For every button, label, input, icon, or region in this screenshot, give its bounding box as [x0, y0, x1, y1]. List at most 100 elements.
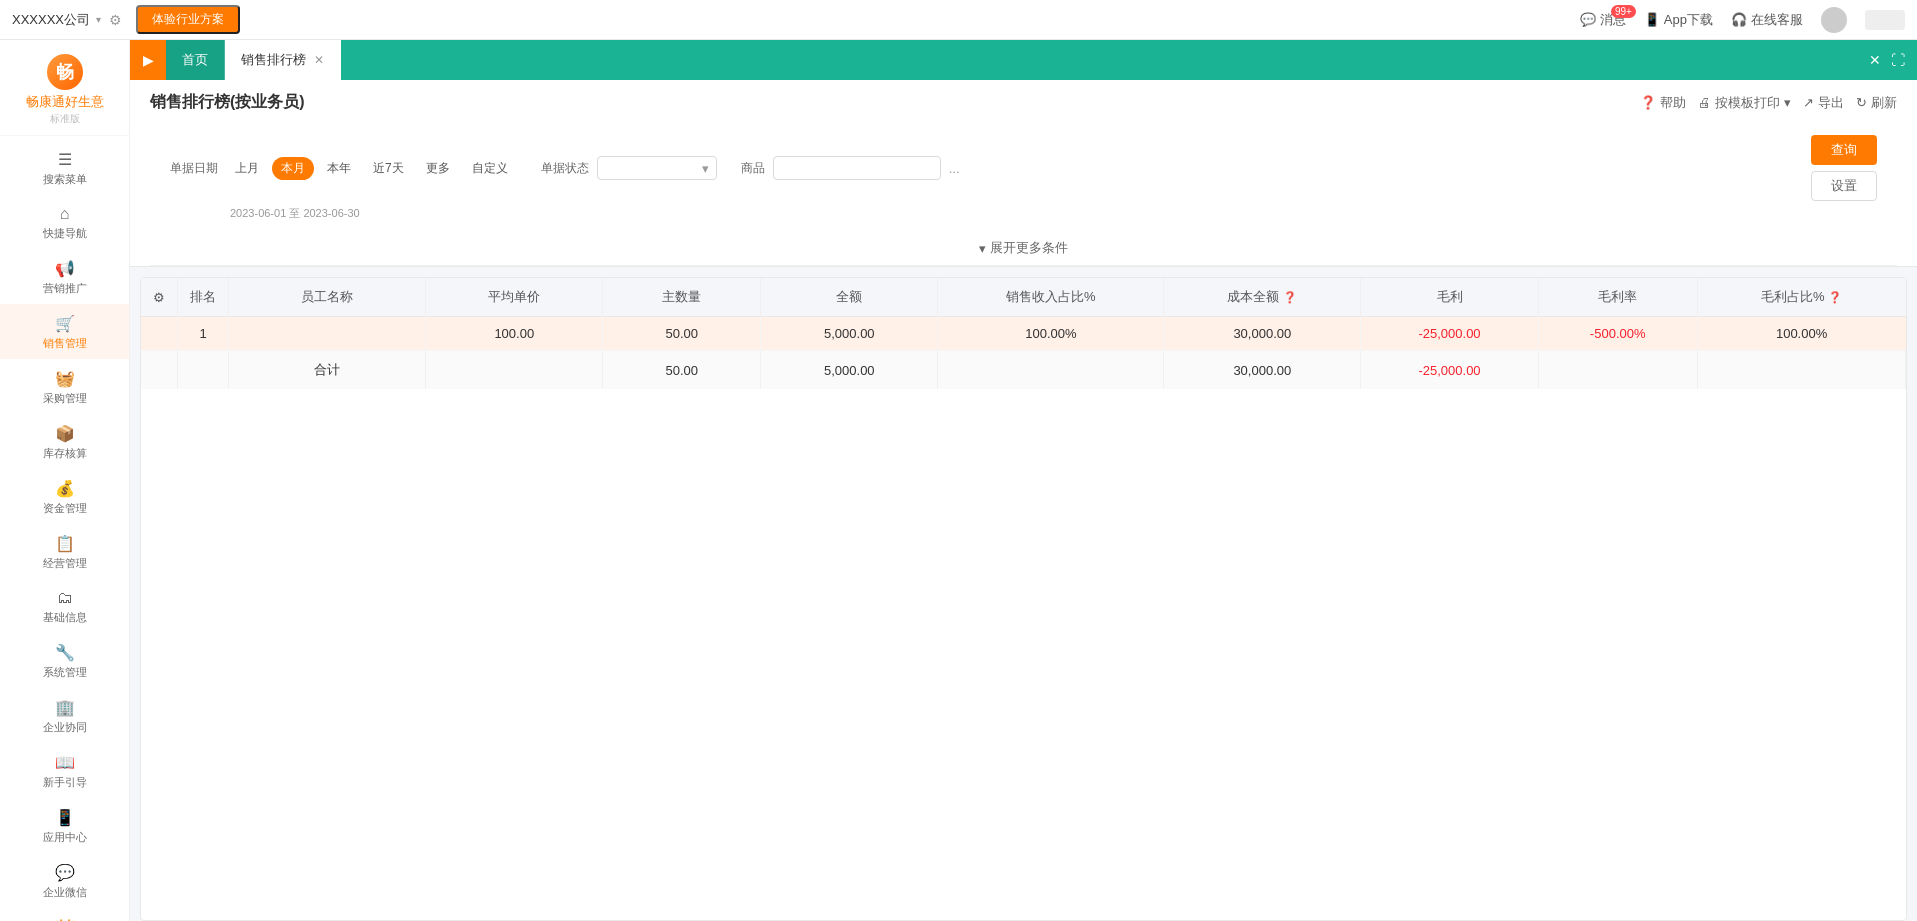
- app-download-btn[interactable]: 📱 App下载: [1644, 11, 1713, 29]
- date-range-display: 2023-06-01 至 2023-06-30: [230, 205, 1877, 221]
- finance-icon: 💰: [55, 479, 75, 498]
- help-btn[interactable]: ❓ 帮助: [1640, 94, 1686, 112]
- footer-gross-pct: [1697, 351, 1905, 390]
- sidebar-item-member[interactable]: 👑 畅会员: [0, 908, 129, 921]
- th-sales-pct: 销售收入占比%: [938, 278, 1164, 317]
- footer-rank-cell: [178, 351, 229, 390]
- td-name: [229, 317, 426, 351]
- footer-sales-pct: [938, 351, 1164, 390]
- system-icon: 🔧: [55, 643, 75, 662]
- logo-icon: 畅: [47, 54, 83, 90]
- message-icon: 💬: [1580, 12, 1596, 27]
- refresh-icon: ↻: [1856, 95, 1867, 110]
- sidebar-item-basicinfo[interactable]: 🗂 基础信息: [0, 579, 129, 633]
- sidebar-label-finance: 资金管理: [43, 501, 87, 516]
- query-btn[interactable]: 查询: [1811, 135, 1877, 165]
- purchase-icon: 🧺: [55, 369, 75, 388]
- date-custom-btn[interactable]: 自定义: [463, 157, 517, 180]
- td-gross-rate: -500.00%: [1538, 317, 1697, 351]
- th-qty: 主数量: [603, 278, 761, 317]
- th-avg-price: 平均单价: [426, 278, 603, 317]
- top-bar: XXXXXX公司 ▾ ⚙ 体验行业方案 💬 消息 99+ 📱 App下载 🎧 在…: [0, 0, 1917, 40]
- online-service-btn[interactable]: 🎧 在线客服: [1731, 11, 1803, 29]
- sidebar-item-wechat[interactable]: 💬 企业微信: [0, 853, 129, 908]
- inventory-icon: 📦: [55, 424, 75, 443]
- expand-conditions-btn[interactable]: ▾ 展开更多条件: [979, 239, 1068, 257]
- sidebar-item-guide[interactable]: 📖 新手引导: [0, 743, 129, 798]
- guide-icon: 📖: [55, 753, 75, 772]
- date-filter-group: 单据日期 上月 本月 本年 近7天 更多 自定义: [170, 157, 517, 180]
- sidebar-item-inventory[interactable]: 📦 库存核算: [0, 414, 129, 469]
- th-settings[interactable]: ⚙: [141, 278, 178, 317]
- print-btn[interactable]: 🖨 按模板打印 ▾: [1698, 94, 1791, 112]
- tab-home[interactable]: 首页: [166, 40, 225, 80]
- sidebar-item-sales[interactable]: 🛒 销售管理: [0, 304, 129, 359]
- th-rank: 排名: [178, 278, 229, 317]
- table-container: ⚙ 排名 员工名称 平均单价 主数量 全额 销售收入占比% 成本全额 ❓ 毛利 …: [140, 277, 1907, 921]
- date-this-year-btn[interactable]: 本年: [318, 157, 360, 180]
- date-prev-month-btn[interactable]: 上月: [226, 157, 268, 180]
- footer-gross-rate: [1538, 351, 1697, 390]
- message-btn[interactable]: 💬 消息 99+: [1580, 11, 1626, 29]
- td-qty: 50.00: [603, 317, 761, 351]
- cost-help-icon[interactable]: ❓: [1283, 291, 1297, 303]
- th-name: 员工名称: [229, 278, 426, 317]
- th-gross: 毛利: [1361, 278, 1538, 317]
- online-service-label: 在线客服: [1751, 11, 1803, 29]
- filter-area: 单据日期 上月 本月 本年 近7天 更多 自定义: [150, 125, 1897, 231]
- settings-icon[interactable]: ⚙: [109, 12, 122, 28]
- status-select-wrapper: [597, 156, 717, 180]
- company-chevron-icon: ▾: [96, 14, 101, 25]
- sidebar-item-quicknav[interactable]: ⌂ 快捷导航: [0, 195, 129, 249]
- sidebar-item-search[interactable]: ☰ 搜索菜单: [0, 140, 129, 195]
- tab-close-icon[interactable]: ✕: [314, 53, 324, 67]
- help-icon: ❓: [1640, 95, 1656, 110]
- sales-icon: 🛒: [55, 314, 75, 333]
- sidebar-label-wechat: 企业微信: [43, 885, 87, 900]
- td-sales-pct: 100.00%: [938, 317, 1164, 351]
- sidebar-item-operations[interactable]: 📋 经营管理: [0, 524, 129, 579]
- td-avg-price: 100.00: [426, 317, 603, 351]
- marketing-icon: 📢: [55, 259, 75, 278]
- export-icon: ↗: [1803, 95, 1814, 110]
- goods-input[interactable]: [773, 156, 941, 180]
- sales-rank-table: ⚙ 排名 员工名称 平均单价 主数量 全额 销售收入占比% 成本全额 ❓ 毛利 …: [141, 278, 1906, 389]
- tab-sales-rank[interactable]: 销售排行榜 ✕: [225, 40, 341, 80]
- status-filter-label: 单据状态: [541, 160, 589, 177]
- sidebar-item-system[interactable]: 🔧 系统管理: [0, 633, 129, 688]
- user-avatar[interactable]: [1821, 7, 1847, 33]
- footer-avg-price: [426, 351, 603, 390]
- sidebar-item-marketing[interactable]: 📢 营销推广: [0, 249, 129, 304]
- footer-cost: 30,000.00: [1164, 351, 1361, 390]
- th-cost: 成本全额 ❓: [1164, 278, 1361, 317]
- gross-pct-help-icon[interactable]: ❓: [1828, 291, 1842, 303]
- sidebar-item-apps[interactable]: 📱 应用中心: [0, 798, 129, 853]
- status-select[interactable]: [597, 156, 717, 180]
- date-more-btn[interactable]: 更多: [417, 157, 459, 180]
- user-name: [1865, 10, 1905, 30]
- tab-close-window-btn[interactable]: ✕: [1869, 52, 1881, 68]
- td-gross: -25,000.00: [1361, 317, 1538, 351]
- tab-scroll-left-btn[interactable]: ▶: [130, 40, 166, 80]
- sidebar-item-purchase[interactable]: 🧺 采购管理: [0, 359, 129, 414]
- date-this-month-btn[interactable]: 本月: [272, 157, 314, 180]
- company-selector[interactable]: XXXXXX公司 ▾: [12, 11, 101, 29]
- date-last7-btn[interactable]: 近7天: [364, 157, 413, 180]
- table-header-row: ⚙ 排名 员工名称 平均单价 主数量 全额 销售收入占比% 成本全额 ❓ 毛利 …: [141, 278, 1906, 317]
- date-range-text: 2023-06-01 至 2023-06-30: [230, 207, 360, 219]
- footer-amount: 5,000.00: [761, 351, 938, 390]
- sidebar-label-quicknav: 快捷导航: [43, 226, 87, 241]
- sidebar-item-collab[interactable]: 🏢 企业协同: [0, 688, 129, 743]
- date-filter-label: 单据日期: [170, 160, 218, 177]
- settings-btn[interactable]: 设置: [1811, 171, 1877, 201]
- table-footer: 合计 50.00 5,000.00 30,000.00 -25,000.00: [141, 351, 1906, 390]
- export-btn[interactable]: ↗ 导出: [1803, 94, 1844, 112]
- tab-fullscreen-btn[interactable]: ⛶: [1891, 52, 1905, 68]
- sidebar-item-finance[interactable]: 💰 资金管理: [0, 469, 129, 524]
- collab-icon: 🏢: [55, 698, 75, 717]
- trial-btn[interactable]: 体验行业方案: [136, 5, 240, 34]
- refresh-btn[interactable]: ↻ 刷新: [1856, 94, 1897, 112]
- goods-more-btn[interactable]: ...: [949, 161, 960, 176]
- footer-settings-cell: [141, 351, 178, 390]
- td-gross-pct: 100.00%: [1697, 317, 1905, 351]
